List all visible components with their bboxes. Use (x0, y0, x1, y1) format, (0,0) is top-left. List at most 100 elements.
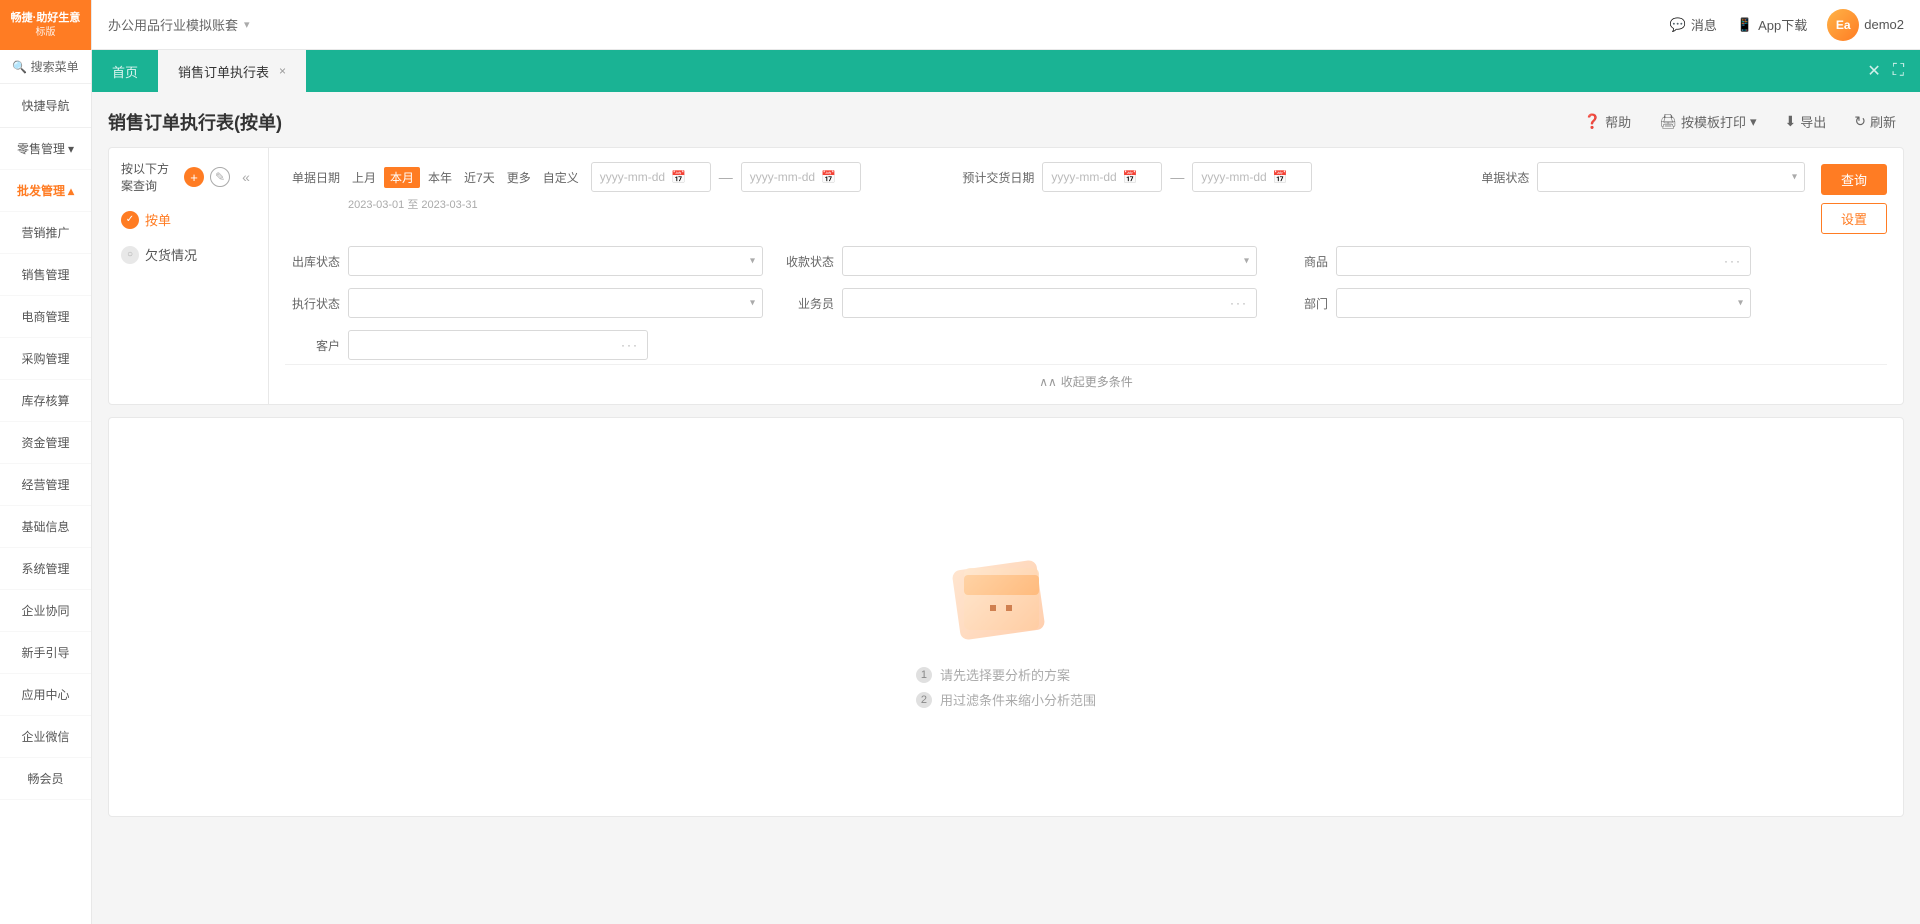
maximize-window-icon[interactable]: ⛶ (1893, 62, 1904, 80)
search-label: 搜索菜单 (31, 60, 79, 74)
execution-status-select-input[interactable] (348, 288, 763, 318)
expected-delivery-end-input[interactable]: yyyy-mm-dd 📅 (1192, 162, 1312, 192)
breadcrumb: 办公用品行业模拟账套 ▾ (108, 15, 1670, 34)
sidebar-item-ecommerce[interactable]: 电商管理 (0, 296, 91, 338)
sidebar-item-purchase[interactable]: 采购管理 (0, 338, 91, 380)
help-label: 帮助 (1605, 112, 1631, 131)
print-button[interactable]: 🖨 按模板打印 ▾ (1651, 108, 1764, 135)
product-input[interactable]: ··· (1336, 246, 1751, 276)
scheme-item-icon-active: ✓ (121, 211, 139, 229)
search-menu-item[interactable]: 🔍 搜索菜单 (0, 50, 91, 84)
expected-delivery-start-input[interactable]: yyyy-mm-dd 📅 (1042, 162, 1162, 192)
empty-tip-1: 1 请先选择要分析的方案 (916, 665, 1096, 684)
tab-bar: 首页 销售订单执行表 × ✕ ⛶ (92, 50, 1920, 92)
app-download-label: App下载 (1758, 15, 1807, 34)
shortcut-this-month[interactable]: 本月 (384, 167, 420, 188)
filter-row-3: 执行状态 ▾ 业务员 ··· (285, 288, 1887, 318)
filter-panel: 按以下方案查询 + ✎ « ✓ 按单 ○ 欠货情况 (108, 147, 1904, 405)
app-download-button[interactable]: 📱 App下载 (1737, 15, 1807, 34)
shipment-status-select[interactable]: ▾ (348, 246, 763, 276)
scheme-item-shortage[interactable]: ○ 欠货情况 (109, 237, 268, 272)
close-window-icon[interactable]: ✕ (1867, 61, 1880, 81)
sidebar-menu: 零售管理 ▾ 批发管理 ▴ 营销推广 销售管理 电商管理 采购管理 库存核算 资… (0, 128, 91, 924)
order-status-select[interactable]: ▾ (1537, 162, 1805, 192)
sidebar-item-retail[interactable]: 零售管理 ▾ (0, 128, 91, 170)
shortcut-custom[interactable]: 自定义 (539, 167, 583, 188)
collapse-scheme-button[interactable]: « (236, 167, 256, 187)
content-body: 1 请先选择要分析的方案 2 用过滤条件来缩小分析范围 (108, 417, 1904, 817)
page-header: 销售订单执行表(按单) ❓ 帮助 🖨 按模板打印 ▾ ⬇ 导出 ↻ 刷新 (108, 108, 1904, 135)
sidebar-item-label: 经营管理 (21, 478, 69, 492)
customer-input[interactable]: ··· (348, 330, 648, 360)
print-label: 按模板打印 (1681, 112, 1746, 131)
sidebar-item-finance[interactable]: 资金管理 (0, 422, 91, 464)
sidebar-item-label: 资金管理 (21, 436, 69, 450)
scheme-item-label: 按单 (145, 210, 171, 229)
payment-status-select[interactable]: ▾ (842, 246, 1257, 276)
date-range-info: 2023-03-01 至 2023-03-31 (348, 199, 478, 211)
print-icon: 🖨 (1659, 113, 1677, 130)
shipment-status-select-input[interactable] (348, 246, 763, 276)
sidebar-item-cooperation[interactable]: 企业协同 (0, 590, 91, 632)
app-logo[interactable]: 畅捷·助好生意 标版 (0, 0, 91, 50)
sidebar-item-member[interactable]: 畅会员 (0, 758, 91, 800)
shortcut-this-year[interactable]: 本年 (424, 167, 456, 188)
shortcut-7days[interactable]: 近7天 (460, 167, 499, 188)
sidebar-item-wholesale[interactable]: 批发管理 ▴ (0, 170, 91, 212)
collapse-label: 收起更多条件 (1061, 373, 1133, 390)
breadcrumb-arrow[interactable]: ▾ (244, 18, 250, 31)
refresh-button[interactable]: ↻ 刷新 (1846, 108, 1904, 135)
date-shortcuts: 上月 本月 本年 近7天 更多 自定义 (348, 167, 583, 188)
sidebar-item-app-center[interactable]: 应用中心 (0, 674, 91, 716)
tab-spacer (306, 50, 1851, 92)
expected-start-placeholder: yyyy-mm-dd (1051, 170, 1116, 184)
execution-status-select[interactable]: ▾ (348, 288, 763, 318)
add-scheme-button[interactable]: + (184, 167, 204, 187)
sidebar-item-wechat[interactable]: 企业微信 (0, 716, 91, 758)
query-button[interactable]: 查询 (1821, 164, 1887, 195)
tip-num-2: 2 (916, 692, 932, 708)
sidebar-item-system[interactable]: 系统管理 (0, 548, 91, 590)
edit-scheme-button[interactable]: ✎ (210, 167, 230, 187)
settings-button[interactable]: 设置 (1821, 203, 1887, 234)
department-label: 部门 (1273, 295, 1328, 312)
date-label: 单据日期 (285, 169, 340, 186)
date-end-input[interactable]: yyyy-mm-dd 📅 (741, 162, 861, 192)
shortcut-last-month[interactable]: 上月 (348, 167, 380, 188)
main-area: 办公用品行业模拟账套 ▾ 💬 消息 📱 App下载 Ea demo2 首页 销售… (92, 0, 1920, 924)
sidebar-item-guide[interactable]: 新手引导 (0, 632, 91, 674)
message-button[interactable]: 💬 消息 (1670, 15, 1717, 34)
window-controls: ✕ ⛶ (1851, 50, 1920, 92)
order-status-select-input[interactable] (1537, 162, 1805, 192)
scheme-item-by-order[interactable]: ✓ 按单 (109, 202, 268, 237)
print-arrow-icon: ▾ (1750, 114, 1757, 130)
tab-home[interactable]: 首页 (92, 50, 158, 92)
chevron-icon: ▾ (68, 142, 74, 156)
department-select[interactable]: ▾ (1336, 288, 1751, 318)
download-icon: 📱 (1737, 17, 1753, 33)
sidebar-item-marketing[interactable]: 营销推广 (0, 212, 91, 254)
payment-status-select-input[interactable] (842, 246, 1257, 276)
quick-nav-item[interactable]: 快捷导航 (0, 90, 91, 121)
salesperson-input[interactable]: ··· (842, 288, 1257, 318)
date-start-input[interactable]: yyyy-mm-dd 📅 (591, 162, 711, 192)
collapse-button[interactable]: ∧∧ 收起更多条件 (1039, 373, 1133, 390)
scheme-item-label: 欠货情况 (145, 245, 197, 264)
tab-sales-order[interactable]: 销售订单执行表 × (158, 50, 306, 92)
sidebar-item-business[interactable]: 经营管理 (0, 464, 91, 506)
tab-close-icon[interactable]: × (279, 64, 286, 78)
department-select-input[interactable] (1336, 288, 1751, 318)
sidebar-item-basic[interactable]: 基础信息 (0, 506, 91, 548)
tip-num-1: 1 (916, 667, 932, 683)
export-button[interactable]: ⬇ 导出 (1777, 108, 1835, 135)
filter-row-2: 出库状态 ▾ 收款状态 (285, 246, 1887, 276)
sidebar-item-inventory[interactable]: 库存核算 (0, 380, 91, 422)
order-status-label: 单据状态 (1474, 169, 1529, 186)
help-button[interactable]: ❓ 帮助 (1576, 108, 1639, 135)
shortcut-more[interactable]: 更多 (503, 167, 535, 188)
refresh-icon: ↻ (1854, 113, 1866, 130)
sidebar-item-label: 畅会员 (27, 772, 63, 786)
user-profile[interactable]: Ea demo2 (1827, 9, 1904, 41)
sidebar-item-sales[interactable]: 销售管理 (0, 254, 91, 296)
page-title: 销售订单执行表(按单) (108, 109, 282, 135)
